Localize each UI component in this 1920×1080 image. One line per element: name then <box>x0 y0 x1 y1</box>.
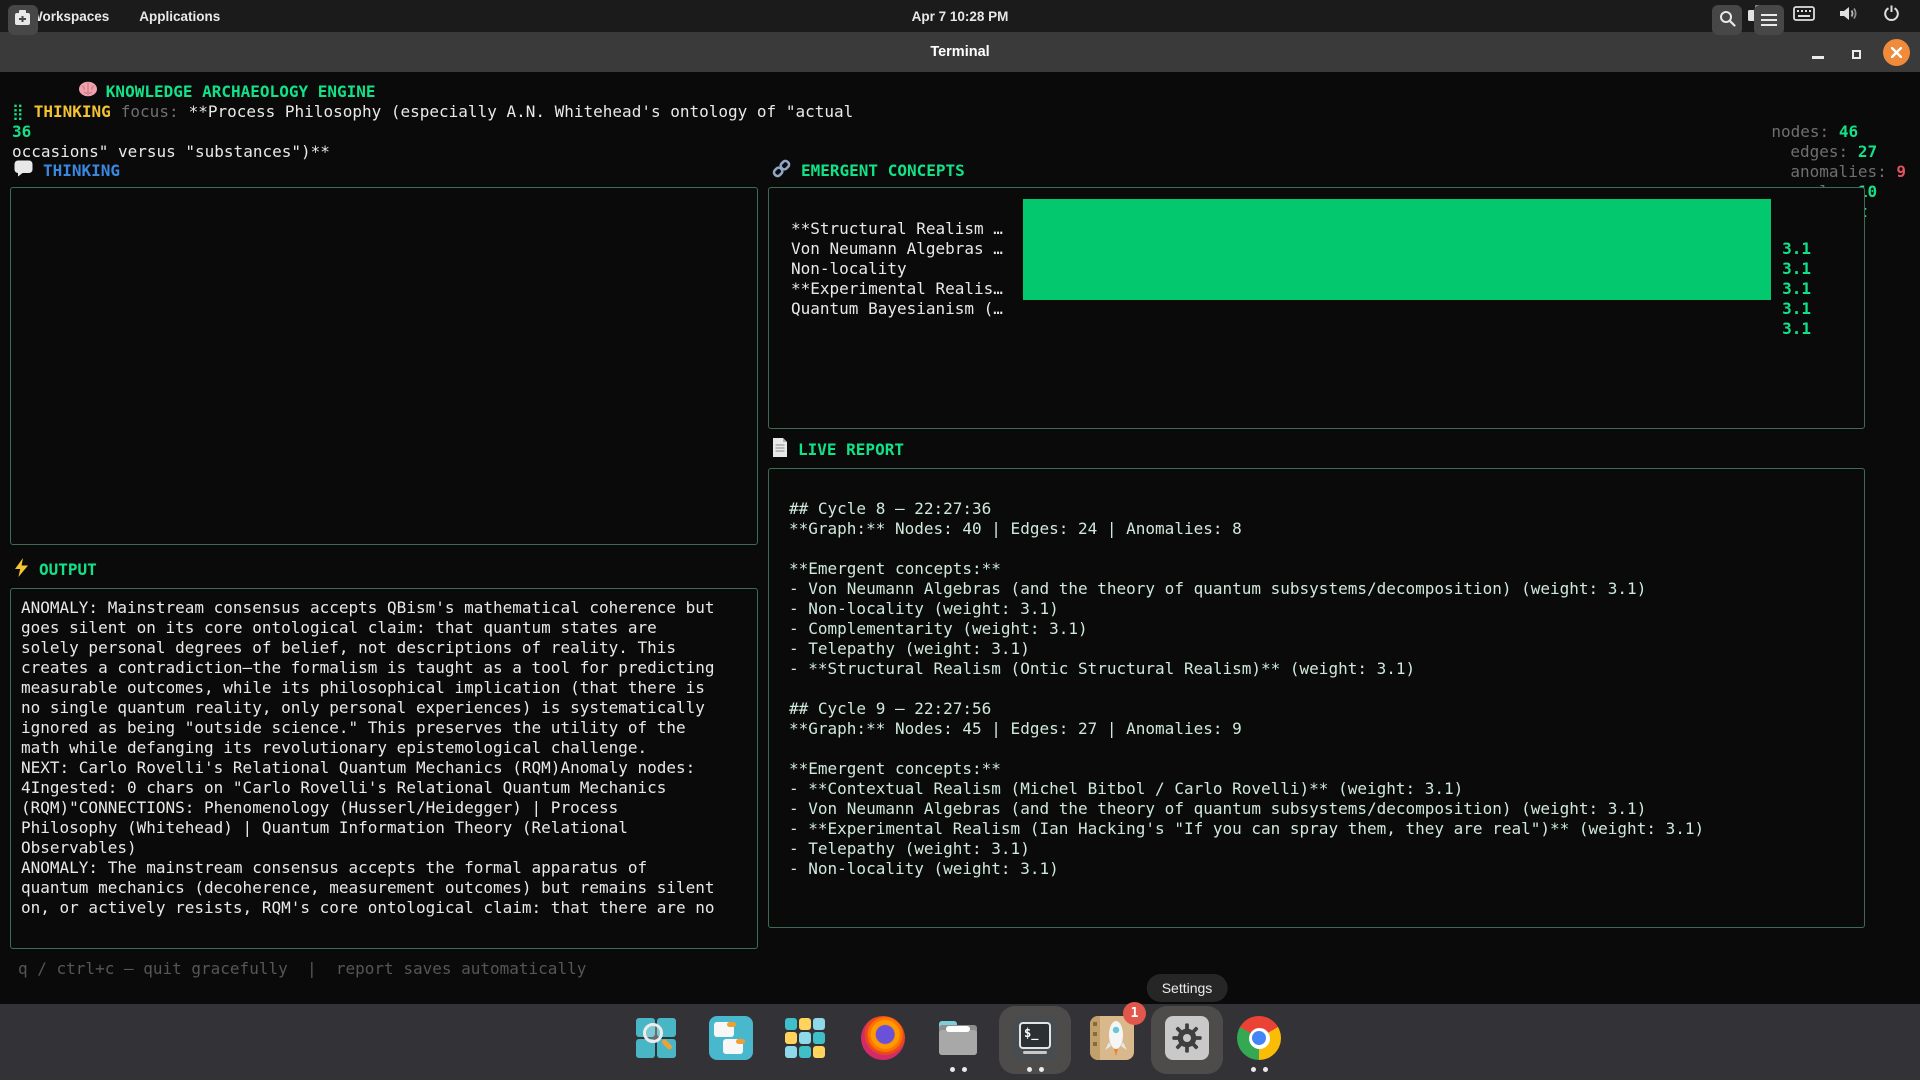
new-tab-icon <box>14 10 32 30</box>
output-panel: ANOMALY: Mainstream consensus accepts QB… <box>10 588 758 949</box>
concept-row: **Structural Realism … 3.1 <box>791 219 1811 258</box>
speech-bubble-icon <box>14 160 33 181</box>
files-running-dots <box>936 1067 980 1072</box>
app-title: KNOWLEDGE ARCHAEOLOGY ENGINE <box>105 82 376 101</box>
focus-line: ⣿ THINKING focus: **Process Philosophy (… <box>12 102 853 122</box>
thinking-panel-header: THINKING <box>14 159 120 181</box>
minimize-button[interactable] <box>1812 56 1824 59</box>
concept-row: Von Neumann Algebras … 3.1 <box>791 239 1811 278</box>
concept-row: **Experimental Realis… 3.1 <box>791 279 1811 318</box>
output-panel-title: OUTPUT <box>39 559 97 579</box>
maximize-button[interactable] <box>1852 50 1861 59</box>
settings-tooltip: Settings <box>1146 974 1228 1002</box>
vectors-value: 36 <box>12 122 32 141</box>
window-tiles-icon[interactable] <box>709 1016 753 1060</box>
chrome-icon[interactable] <box>1237 1016 1281 1060</box>
new-tab-button[interactable] <box>8 5 38 35</box>
edges-label: edges: <box>1790 142 1849 161</box>
app-header: KNOWLEDGE ARCHAEOLOGY ENGINE <box>20 81 376 102</box>
report-panel-header: LIVE REPORT <box>772 437 904 461</box>
concept-row: Non-locality 3.1 <box>791 259 1811 298</box>
anomalies-value: 9 <box>1896 162 1906 181</box>
search-icon <box>1719 10 1736 31</box>
terminal-icon[interactable]: $_ <box>1013 1016 1057 1060</box>
report-panel-title: LIVE REPORT <box>798 439 904 459</box>
output-panel-header: OUTPUT <box>14 557 97 581</box>
lightning-icon <box>14 557 29 581</box>
thinking-panel-title: THINKING <box>43 160 121 180</box>
link-icon <box>772 159 791 182</box>
output-text: ANOMALY: Mainstream consensus accepts QB… <box>21 598 715 917</box>
close-button[interactable] <box>1883 39 1910 66</box>
report-text: ## Cycle 8 — 22:27:36 **Graph:** Nodes: … <box>789 499 1705 878</box>
volume-icon[interactable] <box>1839 5 1859 27</box>
files-icon[interactable] <box>936 1016 980 1060</box>
concepts-panel-header: EMERGENT CONCEPTS <box>772 159 965 181</box>
menu-button[interactable] <box>1754 5 1784 35</box>
focus-text: **Process Philosophy (especially A.N. Wh… <box>188 102 854 121</box>
workspaces-menu[interactable]: Workspaces <box>30 9 109 24</box>
close-icon <box>1890 43 1903 62</box>
thinking-panel <box>10 187 758 545</box>
anomalies-label: anomalies: <box>1790 162 1887 181</box>
concept-row: Quantum Bayesianism (… 3.1 <box>791 299 1811 338</box>
power-icon[interactable] <box>1883 5 1900 27</box>
search-button[interactable] <box>1712 5 1742 35</box>
terminal-titlebar[interactable] <box>0 32 1920 72</box>
nodes-label: nodes: <box>1771 122 1830 141</box>
settings-icon[interactable] <box>1165 1016 1209 1060</box>
firefox-icon[interactable] <box>861 1016 905 1060</box>
app-finder-icon[interactable] <box>634 1016 678 1060</box>
edges-value: 27 <box>1857 142 1878 161</box>
focus-label: focus: <box>120 102 179 121</box>
chrome-running-dots <box>1237 1067 1281 1072</box>
report-panel: ## Cycle 8 — 22:27:36 **Graph:** Nodes: … <box>768 468 1865 928</box>
stats-bar: nodes: 46 edges: 27 anomalies: 9 cycle: … <box>1733 102 1906 241</box>
notification-badge: 1 <box>1123 1002 1146 1025</box>
concepts-panel-title: EMERGENT CONCEPTS <box>801 160 965 180</box>
keyboard-icon[interactable] <box>1793 6 1815 26</box>
top-bar: Workspaces Applications <box>0 0 1920 32</box>
engine-status: THINKING <box>33 102 111 121</box>
desktop: Workspaces Applications Apr 7 10:28 PM T… <box>0 0 1920 1080</box>
terminal-running-dots <box>1013 1067 1057 1072</box>
app-grid-icon[interactable] <box>783 1016 827 1060</box>
applications-menu[interactable]: Applications <box>139 9 220 24</box>
document-icon <box>772 437 788 461</box>
hamburger-icon <box>1761 11 1777 30</box>
spinner-icon: ⣿ <box>12 102 24 121</box>
nodes-value: 46 <box>1838 122 1859 141</box>
concepts-panel: **Structural Realism … 3.1 Von Neumann A… <box>768 187 1865 429</box>
status-bar: q / ctrl+c — quit gracefully | report sa… <box>18 959 587 978</box>
